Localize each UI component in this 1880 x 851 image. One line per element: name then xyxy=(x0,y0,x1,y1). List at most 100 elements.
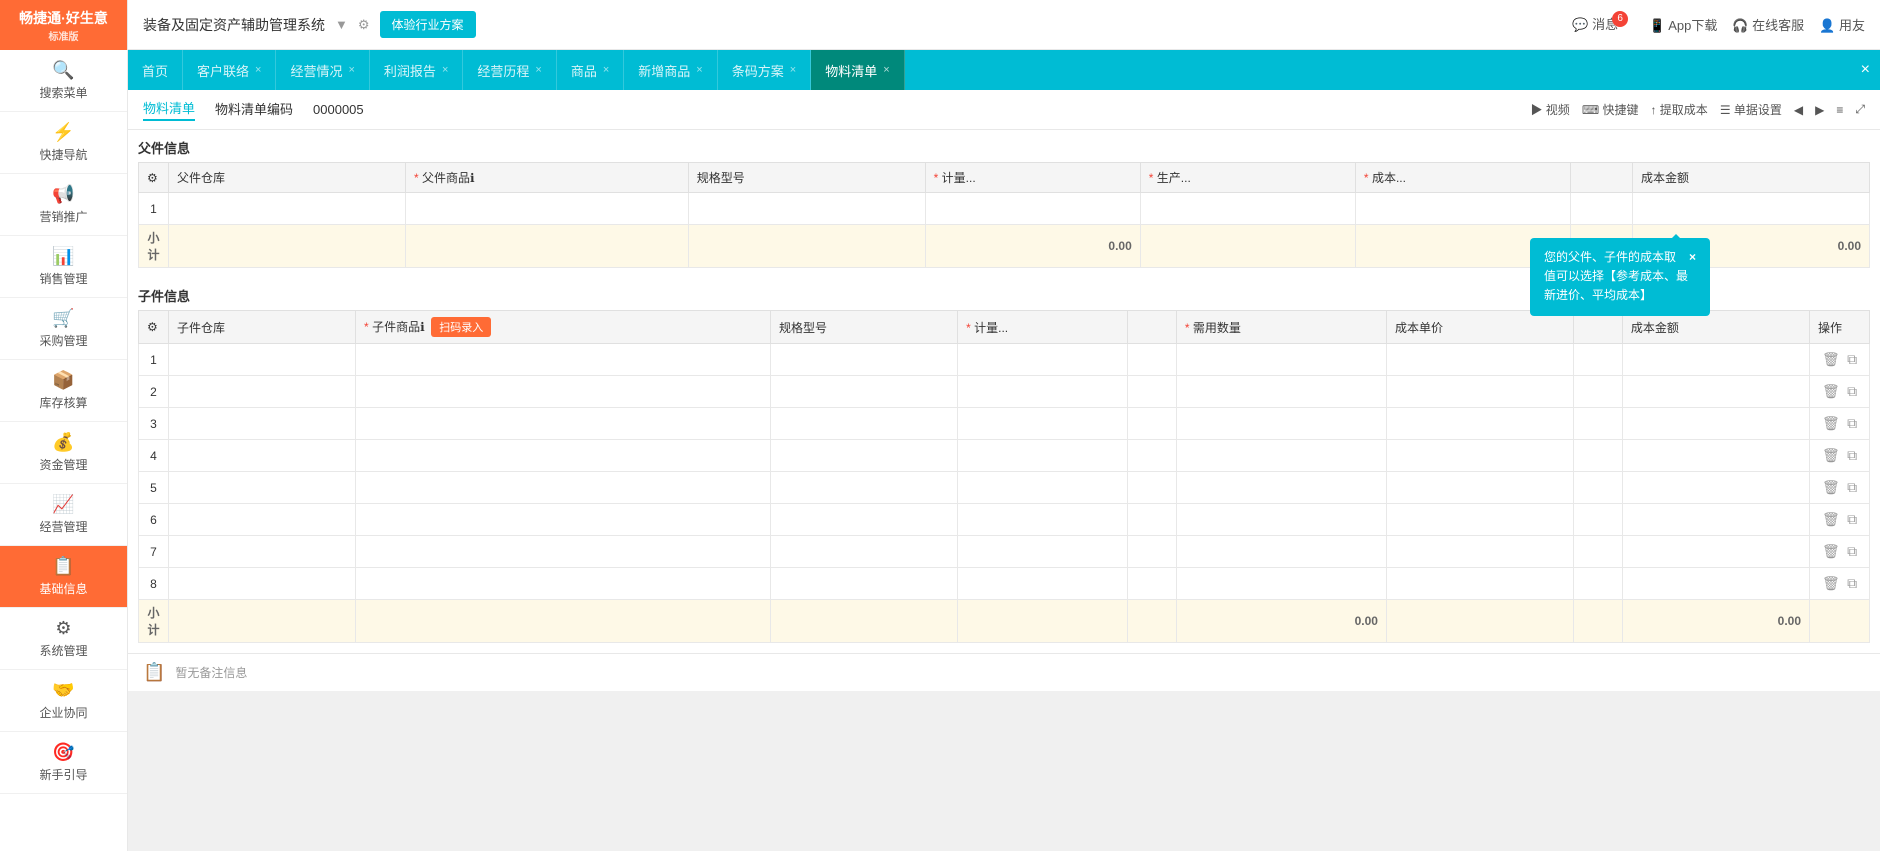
nav-tab-newgoods-close[interactable]: × xyxy=(696,64,702,76)
nav-tab-newgoods[interactable]: 新增商品 × xyxy=(624,50,717,90)
child-row-2-qty[interactable] xyxy=(1176,376,1386,408)
child-row-5-qty[interactable] xyxy=(1176,472,1386,504)
nav-tab-history[interactable]: 经营历程 × xyxy=(463,50,556,90)
nav-tab-operations-close[interactable]: × xyxy=(348,64,354,76)
child-row-8-uprice[interactable] xyxy=(1386,568,1573,600)
child-row-2-warehouse[interactable] xyxy=(169,376,356,408)
copy-row-7-icon[interactable]: ⧉ xyxy=(1847,543,1857,559)
nav-prev-icon[interactable]: ◀ xyxy=(1794,103,1803,117)
child-row-6-spec[interactable] xyxy=(771,504,958,536)
sidebar-item-inventory[interactable]: 📦 库存核算 xyxy=(0,360,127,422)
child-row-7-goods[interactable] xyxy=(356,536,771,568)
nav-tab-profit-close[interactable]: × xyxy=(442,64,448,76)
user-avatar[interactable]: 👤 用友 xyxy=(1819,15,1865,34)
child-row-8-warehouse[interactable] xyxy=(169,568,356,600)
sub-tab-bom-code[interactable]: 物料清单编码 xyxy=(215,99,293,120)
sidebar-item-quicknav[interactable]: ⚡ 快捷导航 xyxy=(0,112,127,174)
action-video[interactable]: ▶ 视频 xyxy=(1530,101,1569,118)
child-row-5-unit[interactable] xyxy=(958,472,1128,504)
copy-row-2-icon[interactable]: ⧉ xyxy=(1847,383,1857,399)
child-row-1-spec[interactable] xyxy=(771,344,958,376)
sidebar-item-operations[interactable]: 📈 经营管理 xyxy=(0,484,127,546)
child-row-7-spec[interactable] xyxy=(771,536,958,568)
sidebar-item-cooperation[interactable]: 🤝 企业协同 xyxy=(0,670,127,732)
sidebar-item-purchase[interactable]: 🛒 采购管理 xyxy=(0,298,127,360)
sidebar-item-guide[interactable]: 🎯 新手引导 xyxy=(0,732,127,794)
online-service-link[interactable]: 🎧 在线客服 xyxy=(1732,15,1804,34)
copy-row-4-icon[interactable]: ⧉ xyxy=(1847,447,1857,463)
child-row-7-unit[interactable] xyxy=(958,536,1128,568)
child-row-4-goods[interactable] xyxy=(356,440,771,472)
delete-row-5-icon[interactable]: 🗑 xyxy=(1822,479,1840,495)
child-row-4-unit[interactable] xyxy=(958,440,1128,472)
message-icon[interactable]: 💬 消息6 xyxy=(1572,14,1634,35)
trial-button[interactable]: 体验行业方案 xyxy=(380,11,476,38)
settings-icon[interactable]: ⚙ xyxy=(358,17,370,33)
nav-tab-barcode-close[interactable]: × xyxy=(790,64,796,76)
parent-col-settings[interactable]: ⚙ xyxy=(139,163,169,193)
nav-next-icon[interactable]: ▶ xyxy=(1815,103,1824,117)
child-row-1-uprice[interactable] xyxy=(1386,344,1573,376)
nav-tab-history-close[interactable]: × xyxy=(535,64,541,76)
view-toggle-icon[interactable]: ≡ xyxy=(1836,103,1843,117)
child-row-2-uprice[interactable] xyxy=(1386,376,1573,408)
nav-tab-operations[interactable]: 经营情况 × xyxy=(276,50,369,90)
scan-input-btn[interactable]: 扫码录入 xyxy=(431,317,491,337)
child-row-4-qty[interactable] xyxy=(1176,440,1386,472)
action-doc-settings[interactable]: ☰ 单据设置 xyxy=(1720,101,1782,118)
nav-tab-customer[interactable]: 客户联络 × xyxy=(183,50,276,90)
sidebar-item-marketing[interactable]: 📢 营销推广 xyxy=(0,174,127,236)
sidebar-item-search[interactable]: 🔍 搜索菜单 xyxy=(0,50,127,112)
child-row-4-spec[interactable] xyxy=(771,440,958,472)
sidebar-item-sales[interactable]: 📊 销售管理 xyxy=(0,236,127,298)
child-row-8-spec[interactable] xyxy=(771,568,958,600)
child-col-settings[interactable]: ⚙ xyxy=(139,311,169,344)
child-row-7-warehouse[interactable] xyxy=(169,536,356,568)
child-row-6-qty[interactable] xyxy=(1176,504,1386,536)
delete-row-1-icon[interactable]: 🗑 xyxy=(1822,351,1840,367)
sidebar-item-basicinfo[interactable]: 📋 基础信息 xyxy=(0,546,127,608)
delete-row-8-icon[interactable]: 🗑 xyxy=(1822,575,1840,591)
child-row-7-uprice[interactable] xyxy=(1386,536,1573,568)
parent-row-1-spec[interactable] xyxy=(688,193,925,225)
child-row-5-warehouse[interactable] xyxy=(169,472,356,504)
child-row-7-qty[interactable] xyxy=(1176,536,1386,568)
child-row-3-spec[interactable] xyxy=(771,408,958,440)
nav-close-all[interactable]: × xyxy=(1851,61,1880,79)
nav-tab-home[interactable]: 首页 xyxy=(128,50,183,90)
child-row-6-warehouse[interactable] xyxy=(169,504,356,536)
copy-row-6-icon[interactable]: ⧉ xyxy=(1847,511,1857,527)
child-row-1-qty[interactable] xyxy=(1176,344,1386,376)
child-row-4-warehouse[interactable] xyxy=(169,440,356,472)
child-row-3-uprice[interactable] xyxy=(1386,408,1573,440)
copy-row-5-icon[interactable]: ⧉ xyxy=(1847,479,1857,495)
child-row-2-goods[interactable] xyxy=(356,376,771,408)
child-row-1-unit[interactable] xyxy=(958,344,1128,376)
child-row-2-unit[interactable] xyxy=(958,376,1128,408)
child-row-8-unit[interactable] xyxy=(958,568,1128,600)
nav-tab-barcode[interactable]: 条码方案 × xyxy=(718,50,811,90)
sub-tab-bom[interactable]: 物料清单 xyxy=(143,98,195,121)
child-row-1-goods[interactable] xyxy=(356,344,771,376)
copy-row-8-icon[interactable]: ⧉ xyxy=(1847,575,1857,591)
tooltip-close-btn[interactable]: × xyxy=(1689,248,1696,267)
parent-row-1-goods[interactable] xyxy=(405,193,688,225)
nav-tab-bom[interactable]: 物料清单 × xyxy=(811,50,904,90)
dropdown-arrow-icon[interactable]: ▼ xyxy=(335,17,348,32)
child-row-8-goods[interactable] xyxy=(356,568,771,600)
app-download-link[interactable]: 📱 App下载 xyxy=(1649,15,1717,34)
nav-tab-goods-close[interactable]: × xyxy=(603,64,609,76)
child-row-6-goods[interactable] xyxy=(356,504,771,536)
parent-row-1-cost[interactable] xyxy=(1355,193,1570,225)
delete-row-3-icon[interactable]: 🗑 xyxy=(1822,415,1840,431)
child-row-3-warehouse[interactable] xyxy=(169,408,356,440)
child-row-5-spec[interactable] xyxy=(771,472,958,504)
nav-tab-bom-close[interactable]: × xyxy=(883,64,889,76)
child-row-3-qty[interactable] xyxy=(1176,408,1386,440)
child-row-3-unit[interactable] xyxy=(958,408,1128,440)
fullscreen-icon[interactable]: ⤢ xyxy=(1855,102,1865,117)
child-row-3-goods[interactable] xyxy=(356,408,771,440)
child-row-4-uprice[interactable] xyxy=(1386,440,1573,472)
action-extract-cost[interactable]: ↑ 提取成本 xyxy=(1650,101,1707,118)
child-row-8-qty[interactable] xyxy=(1176,568,1386,600)
